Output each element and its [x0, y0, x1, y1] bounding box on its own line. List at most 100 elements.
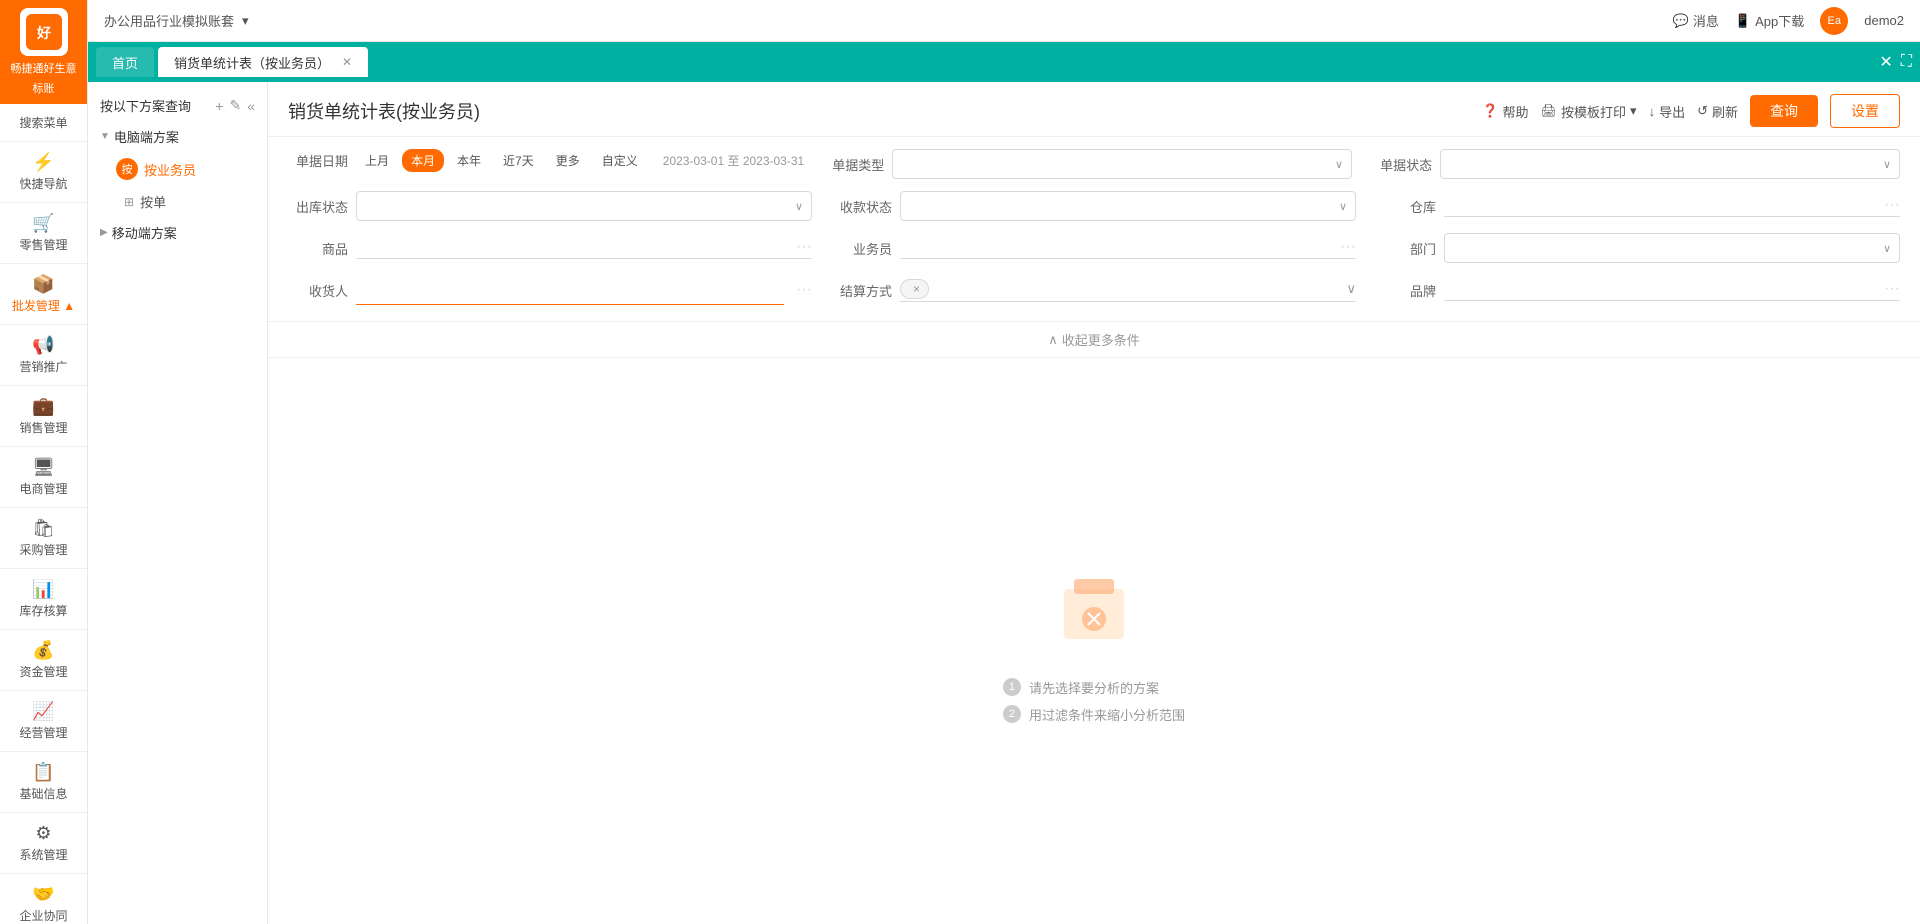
- date-btn-custom[interactable]: 自定义: [593, 149, 647, 172]
- warehouse-label: 仓库: [1376, 197, 1436, 216]
- tab-maximize-btn[interactable]: ⛶: [1901, 53, 1912, 71]
- sidebar-item-purchase[interactable]: 🛍 采购管理: [0, 508, 87, 569]
- help-btn[interactable]: ❓ 帮助: [1482, 102, 1528, 121]
- brand-dots[interactable]: ···: [1884, 280, 1900, 298]
- export-btn[interactable]: ↓ 导出: [1649, 102, 1686, 121]
- left-panel-header: 按以下方案查询 + ✎ «: [88, 90, 267, 121]
- message-btn[interactable]: 💬 消息: [1673, 11, 1719, 30]
- ops-label: 经营管理: [19, 724, 67, 741]
- template-print-label: 按模板打印: [1561, 102, 1626, 121]
- stock-icon: 📊: [32, 579, 54, 600]
- username-label: demo2: [1864, 13, 1904, 28]
- sidebar-item-ops[interactable]: 📈 经营管理: [0, 691, 87, 752]
- salesperson-dots[interactable]: ···: [1340, 238, 1356, 256]
- sidebar-item-wholesale[interactable]: 📦 批发管理 ▲: [0, 264, 87, 325]
- settlement-tag: ×: [900, 279, 929, 299]
- settlement-tag-close[interactable]: ×: [913, 282, 920, 296]
- date-btn-last7[interactable]: 近7天: [494, 149, 543, 172]
- date-btn-more[interactable]: 更多: [547, 149, 589, 172]
- basic-icon: 📋: [32, 762, 54, 783]
- tip-text-1: 请先选择要分析的方案: [1029, 678, 1159, 697]
- scheme-item-order-label: 按单: [140, 192, 166, 211]
- warehouse-dots[interactable]: ···: [1884, 196, 1900, 214]
- page-content: 按以下方案查询 + ✎ « ▼ 电脑端方案 按 按业务员 ⊞ 按: [88, 82, 1920, 924]
- sidebar-item-sales[interactable]: 💼 销售管理: [0, 386, 87, 447]
- template-print-btn[interactable]: 🖨 按模板打印 ▾: [1541, 102, 1637, 121]
- logo-icon: 好: [20, 8, 68, 56]
- scheme-group-mobile: ▶ 移动端方案: [88, 217, 267, 248]
- sidebar-item-stock[interactable]: 📊 库存核算: [0, 569, 87, 630]
- out-status-select[interactable]: ∨: [356, 191, 812, 221]
- scheme-item-by-order[interactable]: ⊞ 按单: [96, 186, 259, 217]
- doc-status-select[interactable]: ∨: [1440, 149, 1900, 179]
- empty-illustration: [1044, 559, 1144, 662]
- sidebar-item-collab[interactable]: 🤝 企业协同: [0, 874, 87, 924]
- collapse-btn[interactable]: ∧ 收起更多条件: [1048, 330, 1140, 349]
- date-btn-last-month[interactable]: 上月: [356, 149, 398, 172]
- date-filter: 上月 本月 本年 近7天 更多 自定义 2023-03-01 至 2023-03…: [356, 149, 804, 172]
- empty-tip-2: 2 用过滤条件来缩小分析范围: [1003, 705, 1185, 724]
- purchase-label: 采购管理: [19, 541, 67, 558]
- basic-label: 基础信息: [19, 785, 67, 802]
- header-right: 💬 消息 📱 App下载 Ea demo2: [1673, 7, 1904, 35]
- help-label: 帮助: [1502, 102, 1528, 121]
- sales-icon: 💼: [32, 396, 54, 417]
- scheme-item-salesperson-label: 按业务员: [144, 160, 196, 179]
- sidebar-item-quicknav[interactable]: ⚡ 快捷导航: [0, 142, 87, 203]
- tip-num-1: 1: [1003, 678, 1021, 696]
- department-select[interactable]: ∨: [1444, 233, 1900, 263]
- settings-btn[interactable]: 设置: [1830, 94, 1900, 128]
- avatar[interactable]: Ea: [1820, 7, 1848, 35]
- date-btn-this-year[interactable]: 本年: [448, 149, 490, 172]
- top-header: 办公用品行业模拟账套 ▾ 💬 消息 📱 App下载 Ea demo2: [88, 0, 1920, 42]
- sales-label: 销售管理: [19, 419, 67, 436]
- quicknav-icon: ⚡: [32, 152, 54, 173]
- query-btn[interactable]: 查询: [1750, 95, 1818, 127]
- payment-status-select[interactable]: ∨: [900, 191, 1356, 221]
- date-btn-this-month[interactable]: 本月: [402, 149, 444, 172]
- suite-dropdown-icon[interactable]: ▾: [242, 13, 249, 29]
- mobile-group-label: 移动端方案: [112, 223, 177, 242]
- out-status-label: 出库状态: [288, 197, 348, 216]
- doc-type-select[interactable]: ∨: [892, 149, 1352, 179]
- marketing-label: 营销推广: [19, 358, 67, 375]
- sidebar-item-basic[interactable]: 📋 基础信息: [0, 752, 87, 813]
- payment-status-arrow: ∨: [1339, 200, 1347, 213]
- receiver-input[interactable]: [356, 275, 784, 305]
- sidebar-item-finance[interactable]: 💰 资金管理: [0, 630, 87, 691]
- sidebar: 好 畅捷通好生意 标账 搜索菜单 ⚡ 快捷导航 🛒 零售管理 📦 批发管理 ▲ …: [0, 0, 88, 924]
- collab-icon: 🤝: [32, 884, 54, 905]
- refresh-btn[interactable]: ↺ 刷新: [1697, 102, 1738, 121]
- page-header-actions: ❓ 帮助 🖨 按模板打印 ▾ ↓ 导出 ↺ 刷新: [1482, 94, 1900, 128]
- edit-scheme-icon[interactable]: ✎: [229, 97, 241, 114]
- add-scheme-icon[interactable]: +: [215, 98, 223, 114]
- tab-sales-stat[interactable]: 销货单统计表（按业务员） ✕: [158, 47, 368, 77]
- scheme-group-pc-title[interactable]: ▼ 电脑端方案: [96, 121, 259, 152]
- collapse-row: ∧ 收起更多条件: [268, 322, 1920, 358]
- app-download-label: App下载: [1755, 11, 1804, 30]
- tab-actions: ✕ ⛶: [1879, 52, 1912, 72]
- help-icon: ❓: [1482, 103, 1498, 119]
- tab-close-icon[interactable]: ✕: [342, 55, 352, 69]
- ops-icon: 📈: [32, 701, 54, 722]
- sidebar-item-ecom[interactable]: 🖥 电商管理: [0, 447, 87, 508]
- receiver-dots[interactable]: ···: [796, 281, 812, 299]
- collapse-panel-icon[interactable]: «: [247, 98, 255, 114]
- doc-type-arrow: ∨: [1335, 158, 1343, 171]
- sidebar-item-system[interactable]: ⚙ 系统管理: [0, 813, 87, 874]
- sidebar-item-retail[interactable]: 🛒 零售管理: [0, 203, 87, 264]
- doc-type-label: 单据类型: [824, 155, 884, 174]
- ecom-icon: 🖥: [32, 457, 55, 478]
- app-logo: 好 畅捷通好生意 标账: [0, 0, 87, 104]
- tip-num-2: 2: [1003, 705, 1021, 723]
- tab-sales-stat-label: 销货单统计表（按业务员）: [174, 53, 330, 72]
- tab-home[interactable]: 首页: [96, 47, 154, 77]
- search-menu[interactable]: 搜索菜单: [0, 104, 87, 142]
- scheme-item-by-salesperson[interactable]: 按 按业务员: [96, 152, 259, 186]
- app-download-btn[interactable]: 📱 App下载: [1735, 11, 1804, 30]
- sidebar-item-marketing[interactable]: 📢 营销推广: [0, 325, 87, 386]
- right-content: 销货单统计表(按业务员) ❓ 帮助 🖨 按模板打印 ▾ ↓ 导出: [268, 82, 1920, 924]
- tab-minimize-btn[interactable]: ✕: [1879, 52, 1892, 72]
- goods-dots[interactable]: ···: [796, 238, 812, 256]
- scheme-group-mobile-title[interactable]: ▶ 移动端方案: [96, 217, 259, 248]
